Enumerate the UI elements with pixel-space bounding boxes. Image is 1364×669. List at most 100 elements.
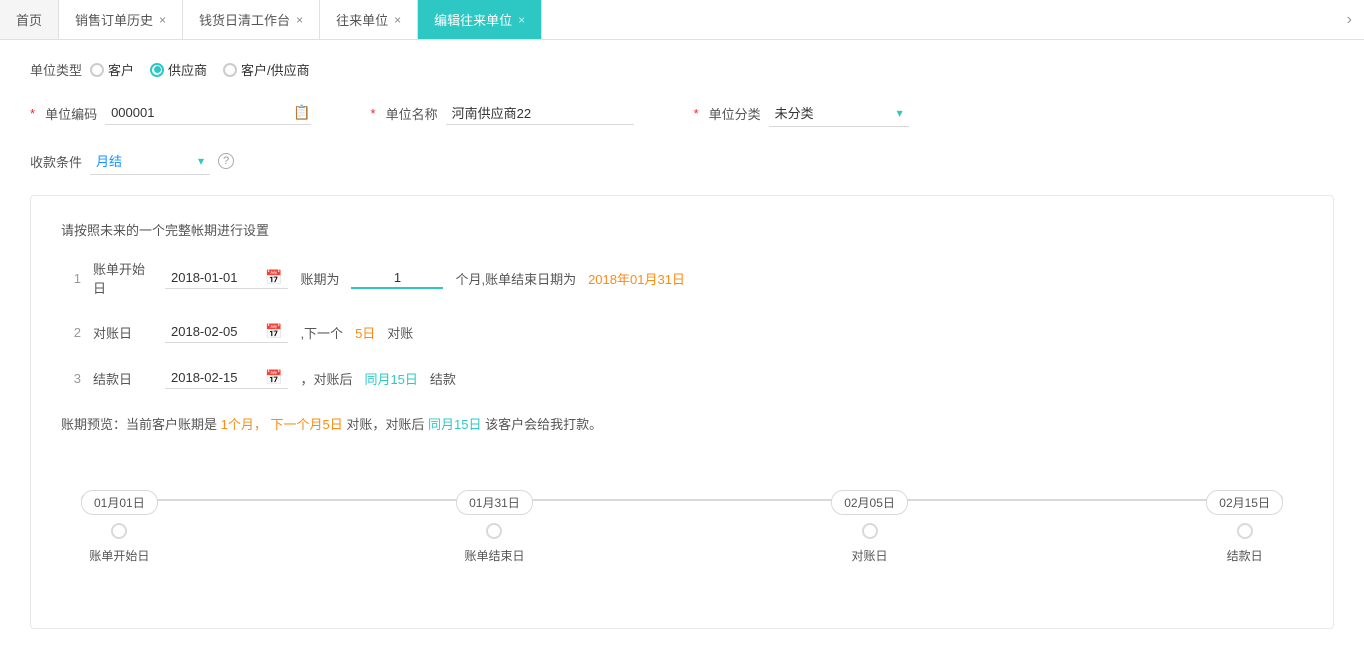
unit-code-label: 单位编码 [45,104,97,123]
preview-label: 账期预览：当前客户账期是 [61,417,217,432]
unit-name-input[interactable] [446,101,634,125]
unit-category-arrow-icon: ▾ [897,106,903,120]
radio-both[interactable]: 客户/供应商 [223,60,310,79]
node-1-date-label: 01月01日 [81,490,158,515]
row-2-date-input: 📅 [165,321,288,343]
node-4-text-label: 结款日 [1227,547,1263,564]
settings-panel: 请按照未来的一个完整帐期进行设置 1 账单开始日 📅 账期为 个月,账单结束日期… [30,195,1334,629]
unit-category-value: 未分类 [775,103,889,122]
tab-edit-partner[interactable]: 编辑往来单位 × [418,0,542,39]
timeline-nodes: 01月01日 账单开始日 01月31日 账单结束日 02月05日 对账日 02月… [81,490,1283,564]
unit-name-star: * [371,106,376,121]
preview-text: 账期预览：当前客户账期是 1个月， 下一个月5日 对账，对账后 同月15日 该客… [61,413,1303,436]
radio-both-circle [223,63,237,77]
row-1-suffix-before: 账期为 [300,269,339,288]
row-2-highlight: 5日 [355,323,375,342]
row-3-num: 3 [61,371,81,386]
tab-home-label: 首页 [16,10,42,29]
node-1-circle [111,523,127,539]
radio-customer-circle [90,63,104,77]
row-2-date-field[interactable] [171,324,261,339]
row-3-date-input: 📅 [165,367,288,389]
row-1-period-field[interactable] [357,270,437,285]
row-1-unit: 个月,账单结束日期为 [455,269,576,288]
tab-edit-close-icon[interactable]: × [518,13,525,27]
row-1-period-input [351,268,443,289]
tab-bar: 首页 销售订单历史 × 钱货日清工作台 × 往来单位 × 编辑往来单位 × › [0,0,1364,40]
radio-supplier-circle [150,63,164,77]
preview-part3: 同月15日 [428,417,481,432]
unit-code-field: * 单位编码 📋 [30,101,311,125]
tab-home[interactable]: 首页 [0,0,59,39]
radio-group: 客户 供应商 客户/供应商 [90,60,310,79]
row-1-date-field[interactable] [171,270,261,285]
node-3-text-label: 对账日 [852,547,888,564]
radio-supplier-label: 供应商 [168,60,207,79]
panel-hint: 请按照未来的一个完整帐期进行设置 [61,220,1303,239]
row-1-date-input: 📅 [165,267,288,289]
unit-code-input[interactable] [105,101,293,124]
setting-row-1: 1 账单开始日 📅 账期为 个月,账单结束日期为 2018年01月31日 [61,259,1303,297]
row-2-prefix: ,下一个 [300,323,343,342]
tab-expand-button[interactable]: › [1335,11,1364,29]
tab-cash-close-icon[interactable]: × [296,13,303,27]
row-3-date-field[interactable] [171,370,261,385]
unit-category-field: * 单位分类 未分类 ▾ [694,99,909,127]
unit-code-copy-icon[interactable]: 📋 [293,104,310,121]
radio-supplier[interactable]: 供应商 [150,60,207,79]
tab-partner-label: 往来单位 [336,10,388,29]
tab-cash-ledger[interactable]: 钱货日清工作台 × [183,0,320,39]
preview-part2: 下一个月5日 [271,417,343,432]
payment-terms-row: 收款条件 月结 ▾ ? [30,147,1334,175]
node-1-text-label: 账单开始日 [89,547,149,564]
preview-mid: 对账，对账后 [346,417,424,432]
tab-partner-units[interactable]: 往来单位 × [320,0,418,39]
node-2-circle [486,523,502,539]
payment-terms-field: 收款条件 月结 ▾ ? [30,147,234,175]
node-4-circle [1237,523,1253,539]
row-1-end-date: 2018年01月31日 [588,269,685,288]
row-3-calendar-icon[interactable]: 📅 [265,369,282,386]
row-2-label: 对账日 [93,323,153,342]
payment-terms-help-icon[interactable]: ? [218,153,234,169]
radio-customer[interactable]: 客户 [90,60,134,79]
unit-type-row: 单位类型 客户 供应商 客户/供应商 [30,60,1334,79]
row-3-highlight: 同月15日 [364,369,417,388]
timeline-node-2: 01月31日 账单结束日 [456,490,533,564]
preview-part1: 1个月， [221,417,267,432]
row-3-prefix: ，对账后 [300,369,352,388]
node-4-date-label: 02月15日 [1206,490,1283,515]
tab-sales-order[interactable]: 销售订单历史 × [59,0,183,39]
tab-partner-close-icon[interactable]: × [394,13,401,27]
setting-row-3: 3 结款日 📅 ，对账后 同月15日 结款 [61,367,1303,389]
payment-terms-select[interactable]: 月结 ▾ [90,147,210,175]
unit-name-field: * 单位名称 [371,101,634,125]
row-2-calendar-icon[interactable]: 📅 [265,323,282,340]
row-1-label: 账单开始日 [93,259,153,297]
unit-category-star: * [694,106,699,121]
row-1-calendar-icon[interactable]: 📅 [265,269,282,286]
unit-info-row: * 单位编码 📋 * 单位名称 * 单位分类 未分类 ▾ [30,99,1334,127]
timeline-container: 01月01日 账单开始日 01月31日 账单结束日 02月05日 对账日 02月… [61,460,1303,604]
unit-code-input-wrapper: 📋 [105,101,310,125]
unit-type-field: 单位类型 客户 供应商 客户/供应商 [30,60,310,79]
timeline-node-4: 02月15日 结款日 [1206,490,1283,564]
node-3-circle [862,523,878,539]
unit-category-label: 单位分类 [709,104,761,123]
unit-type-label: 单位类型 [30,60,82,79]
tab-edit-label: 编辑往来单位 [434,10,512,29]
payment-terms-arrow-icon: ▾ [198,154,204,168]
node-2-text-label: 账单结束日 [464,547,524,564]
unit-code-star: * [30,106,35,121]
payment-terms-value: 月结 [96,151,190,170]
unit-category-select[interactable]: 未分类 ▾ [769,99,909,127]
tab-cash-label: 钱货日清工作台 [199,10,290,29]
radio-customer-label: 客户 [108,60,134,79]
tab-sales-close-icon[interactable]: × [159,13,166,27]
main-content: 单位类型 客户 供应商 客户/供应商 * 单位编码 [0,40,1364,669]
row-1-num: 1 [61,271,81,286]
radio-both-label: 客户/供应商 [241,60,310,79]
node-3-date-label: 02月05日 [831,490,908,515]
row-2-suffix: 对账 [387,323,413,342]
timeline-node-3: 02月05日 对账日 [831,490,908,564]
